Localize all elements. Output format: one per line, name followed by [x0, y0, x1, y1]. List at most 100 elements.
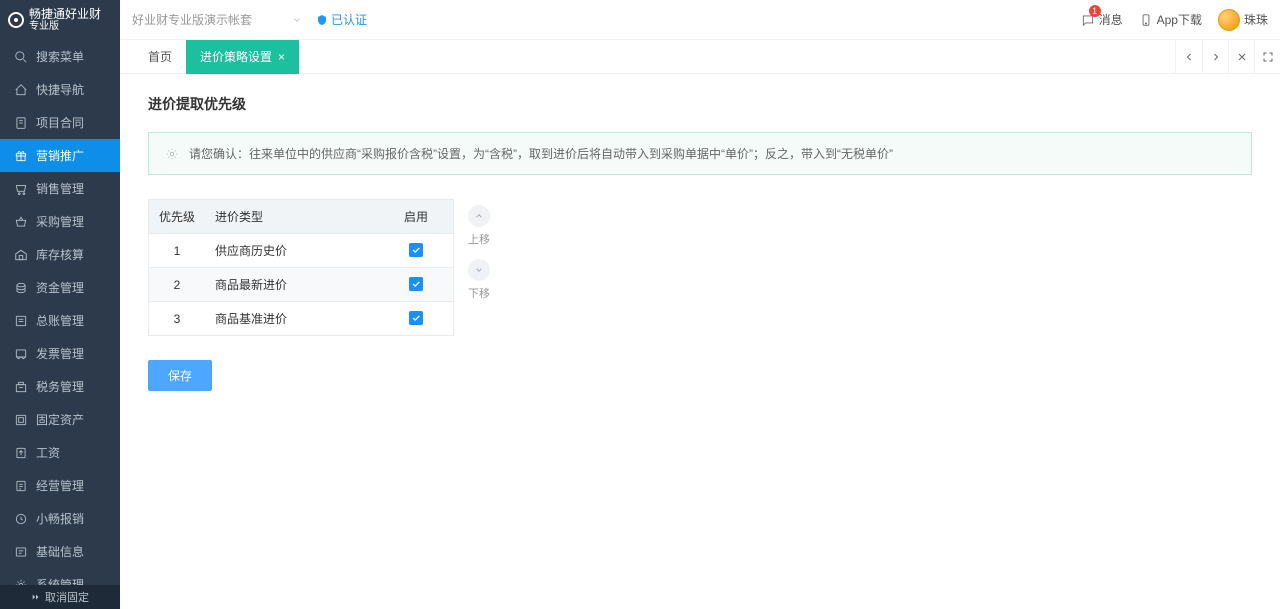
check-icon — [411, 313, 421, 323]
sidebar-item-purchase[interactable]: 采购管理 — [0, 205, 120, 238]
sidebar-label-basicinfo: 基础信息 — [36, 543, 84, 560]
expand-icon — [1262, 51, 1274, 63]
brand-logo-area: 畅捷通好业财 专业版 — [0, 0, 120, 40]
app-download-button[interactable]: App下载 — [1139, 11, 1202, 28]
brand-sub-text: 专业版 — [29, 22, 101, 32]
sidebar-label-system: 系统管理 — [36, 576, 84, 585]
move-down-label: 下移 — [468, 285, 490, 301]
avatar — [1218, 9, 1240, 31]
info-alert: 请您确认：往来单位中的供应商“采购报价含税”设置，为“含税”，取到进价后将自动带… — [148, 132, 1252, 175]
download-label: App下载 — [1157, 11, 1202, 28]
home-icon — [14, 83, 28, 97]
sidebar-item-inventory[interactable]: 库存核算 — [0, 238, 120, 271]
verified-text: 已认证 — [331, 11, 367, 28]
cell-type: 供应商历史价 — [205, 234, 379, 267]
chevron-up-icon — [474, 211, 484, 221]
header-type: 进价类型 — [205, 200, 379, 233]
caret-left-icon — [1183, 51, 1195, 63]
sidebar-item-funds[interactable]: 资金管理 — [0, 271, 120, 304]
sidebar-label-reimburse: 小畅报销 — [36, 510, 84, 527]
cart-icon — [14, 182, 28, 196]
ledger-icon — [14, 314, 28, 328]
sidebar-unpin-button[interactable]: 取消固定 — [0, 585, 120, 609]
sidebar-label-funds: 资金管理 — [36, 279, 84, 296]
sidebar-item-marketing[interactable]: 营销推广 — [0, 139, 120, 172]
move-down-button[interactable]: 下移 — [468, 259, 490, 301]
sidebar-item-search[interactable]: 搜索菜单 — [0, 40, 120, 73]
sidebar-footer-label: 取消固定 — [45, 589, 89, 605]
check-icon — [411, 245, 421, 255]
sidebar-label-purchase: 采购管理 — [36, 213, 84, 230]
tabs-next-button[interactable] — [1202, 40, 1228, 74]
user-menu[interactable]: 珠珠 — [1218, 9, 1268, 31]
messages-button[interactable]: 消息 1 — [1081, 11, 1123, 28]
cell-priority: 1 — [149, 236, 205, 266]
sidebar-label-project: 项目合同 — [36, 114, 84, 131]
sidebar-item-ledger[interactable]: 总账管理 — [0, 304, 120, 337]
sidebar-label-salary: 工资 — [36, 444, 60, 461]
sidebar-item-quicknav[interactable]: 快捷导航 — [0, 73, 120, 106]
tab-price-strategy[interactable]: 进价策略设置 × — [186, 40, 299, 74]
fullscreen-button[interactable] — [1254, 40, 1280, 74]
sidebar-item-project[interactable]: 项目合同 — [0, 106, 120, 139]
content-area: 进价提取优先级 请您确认：往来单位中的供应商“采购报价含税”设置，为“含税”，取… — [120, 74, 1280, 609]
gift-icon — [14, 149, 28, 163]
messages-badge: 1 — [1089, 5, 1101, 17]
sidebar-item-business[interactable]: 经营管理 — [0, 469, 120, 502]
brand-main-text: 畅捷通好业财 — [29, 8, 101, 20]
sidebar-item-basicinfo[interactable]: 基础信息 — [0, 535, 120, 568]
verified-badge[interactable]: 已认证 — [316, 11, 367, 28]
sidebar-label-invoice: 发票管理 — [36, 345, 84, 362]
sidebar-menu: 搜索菜单 快捷导航 项目合同 营销推广 销售管理 采购管理 — [0, 40, 120, 585]
sidebar-item-system[interactable]: 系统管理 — [0, 568, 120, 585]
salary-icon — [14, 446, 28, 460]
sidebar-item-invoice[interactable]: 发票管理 — [0, 337, 120, 370]
logo-icon — [8, 12, 24, 28]
coins-icon — [14, 281, 28, 295]
tabs-close-all-button[interactable] — [1228, 40, 1254, 74]
sidebar-label-ledger: 总账管理 — [36, 312, 84, 329]
sidebar-item-assets[interactable]: 固定资产 — [0, 403, 120, 436]
search-icon — [14, 50, 28, 64]
org-name: 好业财专业版演示帐套 — [132, 11, 252, 28]
save-button[interactable]: 保存 — [148, 360, 212, 391]
sidebar: 畅捷通好业财 专业版 搜索菜单 快捷导航 项目合同 营销推广 — [0, 0, 120, 609]
chevron-down-icon — [292, 15, 302, 25]
sidebar-label-marketing: 营销推广 — [36, 147, 84, 164]
table-row[interactable]: 1 供应商历史价 — [149, 233, 453, 267]
basket-icon — [14, 215, 28, 229]
shield-icon — [316, 14, 328, 26]
sidebar-label-inventory: 库存核算 — [36, 246, 84, 263]
move-up-button[interactable]: 上移 — [468, 205, 490, 247]
enable-checkbox[interactable] — [409, 311, 423, 325]
sidebar-label-assets: 固定资产 — [36, 411, 84, 428]
sidebar-item-tax[interactable]: 税务管理 — [0, 370, 120, 403]
table-row[interactable]: 3 商品基准进价 — [149, 301, 453, 335]
check-icon — [411, 279, 421, 289]
chevron-down-icon — [474, 265, 484, 275]
info-icon — [165, 147, 179, 161]
table-row[interactable]: 2 商品最新进价 — [149, 267, 453, 301]
enable-checkbox[interactable] — [409, 243, 423, 257]
tabs-prev-button[interactable] — [1176, 40, 1202, 74]
main-area: 好业财专业版演示帐套 已认证 消息 1 App下载 — [120, 0, 1280, 609]
tabbar: 首页 进价策略设置 × — [120, 40, 1280, 74]
alert-text: 请您确认：往来单位中的供应商“采购报价含税”设置，为“含税”，取到进价后将自动带… — [189, 145, 893, 162]
tax-icon — [14, 380, 28, 394]
enable-checkbox[interactable] — [409, 277, 423, 291]
sidebar-item-sales[interactable]: 销售管理 — [0, 172, 120, 205]
username: 珠珠 — [1244, 11, 1268, 28]
phone-icon — [1139, 13, 1153, 27]
topbar: 好业财专业版演示帐套 已认证 消息 1 App下载 — [120, 0, 1280, 40]
tab-home[interactable]: 首页 — [134, 40, 186, 74]
gear-icon — [14, 578, 28, 586]
tab-home-label: 首页 — [148, 48, 172, 65]
sidebar-label-business: 经营管理 — [36, 477, 84, 494]
business-icon — [14, 479, 28, 493]
sidebar-item-reimburse[interactable]: 小畅报销 — [0, 502, 120, 535]
cell-priority: 2 — [149, 270, 205, 300]
org-select[interactable]: 好业财专业版演示帐套 — [132, 11, 302, 28]
tab-close-button[interactable]: × — [278, 50, 285, 64]
cell-type: 商品最新进价 — [205, 268, 379, 301]
sidebar-item-salary[interactable]: 工资 — [0, 436, 120, 469]
